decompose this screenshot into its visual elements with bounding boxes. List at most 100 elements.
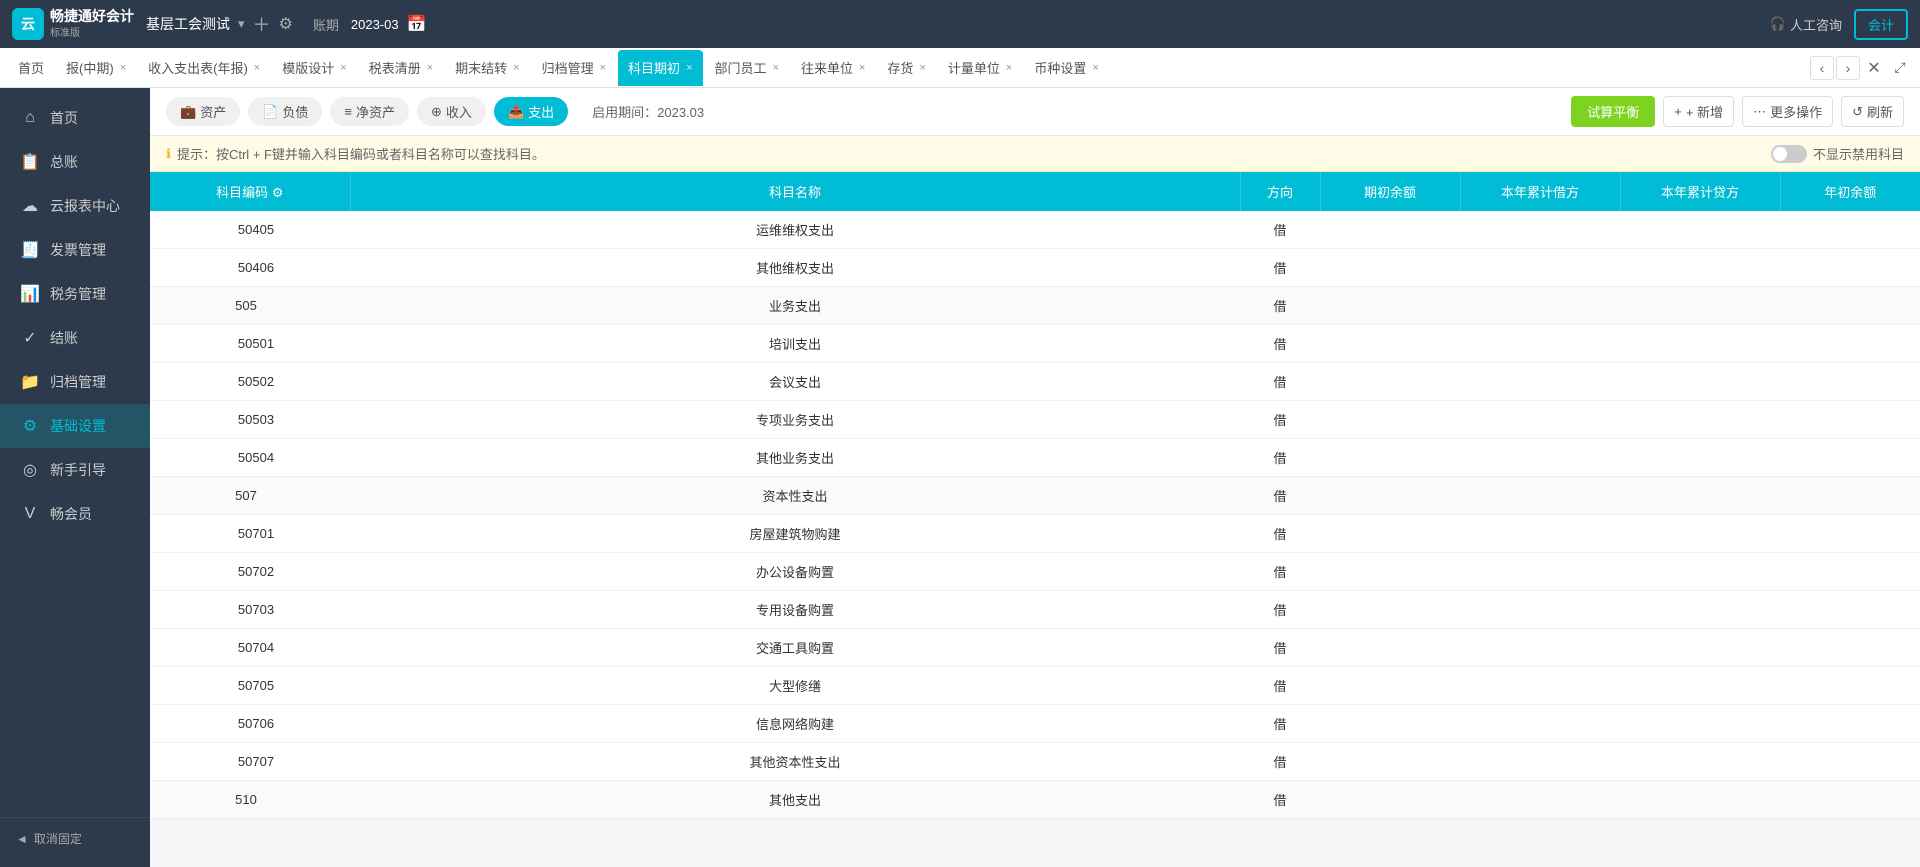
sidebar-item-税务管理[interactable]: 📊 税务管理 xyxy=(0,272,150,316)
add-icon[interactable]: ＋ xyxy=(253,11,271,37)
table-row[interactable]: 50705 大型修缮 借 xyxy=(150,667,1920,705)
tab-maximize-button[interactable]: ⤢ xyxy=(1888,56,1912,80)
sidebar-item-基础设置[interactable]: ⚙ 基础设置 xyxy=(0,404,150,448)
cell-year-credit xyxy=(1620,743,1780,781)
sidebar-item-首页[interactable]: ⌂ 首页 xyxy=(0,96,150,140)
toggle-switch[interactable] xyxy=(1771,145,1807,163)
gear-icon[interactable]: ⚙ xyxy=(272,185,284,200)
balance-button[interactable]: 试算平衡 xyxy=(1571,96,1655,127)
sidebar-item-归档管理[interactable]: 📁 归档管理 xyxy=(0,360,150,404)
cell-year-balance xyxy=(1780,401,1920,439)
tab-close-button[interactable]: × xyxy=(773,62,779,74)
refresh-button[interactable]: ↺ 刷新 xyxy=(1841,96,1904,127)
sidebar-icon-3: 🧾 xyxy=(20,240,40,260)
tab-label: 归档管理 xyxy=(542,58,594,77)
tab-item-0[interactable]: 首页 xyxy=(8,50,54,86)
cell-direction: 借 xyxy=(1240,705,1320,743)
sub-tab-支出[interactable]: 📤 支出 xyxy=(494,97,568,126)
th-year-debit: 本年累计借方 xyxy=(1460,172,1620,211)
table-row[interactable]: 50706 信息网络购建 借 xyxy=(150,705,1920,743)
tab-item-6[interactable]: 归档管理 × xyxy=(532,50,616,86)
sidebar-collapse-button[interactable]: ◄ 取消固定 xyxy=(0,817,150,859)
sub-tab-负债[interactable]: 📄 负债 xyxy=(248,97,322,126)
table-wrapper[interactable]: 科目编码 ⚙ 科目名称 方向 期初余额 本年累计借方 本年累计贷方 年初余额 5… xyxy=(150,172,1920,867)
table-row[interactable]: 50704 交通工具购置 借 xyxy=(150,629,1920,667)
tab-next-button[interactable]: › xyxy=(1836,56,1860,80)
add-button[interactable]: + + 新增 xyxy=(1663,96,1734,127)
tab-close-button[interactable]: × xyxy=(340,62,346,74)
cell-year-debit xyxy=(1460,515,1620,553)
tab-item-7[interactable]: 科目期初× xyxy=(618,50,702,86)
tab-item-4[interactable]: 税表清册× xyxy=(359,50,443,86)
tip-text: 提示：按Ctrl + F键并输入科目编码或者科目名称可以查找科目。 xyxy=(177,144,545,163)
tab-item-5[interactable]: 期末结转× xyxy=(445,50,529,86)
tab-item-11[interactable]: 计量单位× xyxy=(938,50,1022,86)
tab-item-12[interactable]: 币种设置× xyxy=(1024,50,1108,86)
tab-item-3[interactable]: 模版设计× xyxy=(272,50,356,86)
table-row[interactable]: 50701 房屋建筑物购建 借 xyxy=(150,515,1920,553)
table-row[interactable]: 507 资本性支出 借 xyxy=(150,477,1920,515)
tab-item-8[interactable]: 部门员工× xyxy=(705,50,789,86)
tab-close-button[interactable]: × xyxy=(859,62,865,74)
tab-label: 首页 xyxy=(18,58,44,77)
sub-tab-收入[interactable]: ⊕ 收入 xyxy=(417,97,486,126)
tab-close-button[interactable]: × xyxy=(427,62,433,74)
tab-label: 往来单位 xyxy=(801,58,853,77)
calendar-icon[interactable]: 📅 xyxy=(407,14,427,34)
tab-item-1[interactable]: 报(中期)× xyxy=(56,50,136,86)
account-name[interactable]: 基层工会测试 xyxy=(146,14,230,34)
table-row[interactable]: 50406 其他维权支出 借 xyxy=(150,249,1920,287)
tab-close-button[interactable]: × xyxy=(1092,62,1098,74)
dropdown-icon[interactable]: ▾ xyxy=(238,16,245,32)
tab-close-button[interactable]: × xyxy=(254,62,260,74)
cell-year-balance xyxy=(1780,249,1920,287)
sub-tab-资产[interactable]: 💼 资产 xyxy=(166,97,240,126)
tab-prev-button[interactable]: ‹ xyxy=(1810,56,1834,80)
sidebar-item-畅会员[interactable]: V 畅会员 xyxy=(0,492,150,536)
tab-close-all-button[interactable]: ✕ xyxy=(1862,56,1886,80)
tab-item-10[interactable]: 存货× xyxy=(877,50,935,86)
cell-year-credit xyxy=(1620,325,1780,363)
sidebar-label-2: 云报表中心 xyxy=(50,196,120,216)
cell-year-balance xyxy=(1780,667,1920,705)
sidebar-item-总账[interactable]: 📋 总账 xyxy=(0,140,150,184)
account-type-button[interactable]: 会计 xyxy=(1854,9,1908,40)
table-row[interactable]: 50702 办公设备购置 借 xyxy=(150,553,1920,591)
cell-name: 交通工具购置 xyxy=(350,629,1240,667)
tab-close-button[interactable]: × xyxy=(686,62,692,74)
sub-tab-净资产[interactable]: ≡ 净资产 xyxy=(330,97,409,126)
tab-close-button[interactable]: × xyxy=(600,62,606,74)
tab-close-button[interactable]: × xyxy=(120,62,126,74)
table-row[interactable]: 50502 会议支出 借 xyxy=(150,363,1920,401)
th-code: 科目编码 ⚙ xyxy=(150,172,350,211)
settings-icon[interactable]: ⚙ xyxy=(279,14,293,34)
sidebar-item-结账[interactable]: ✓ 结账 xyxy=(0,316,150,360)
cell-year-balance xyxy=(1780,629,1920,667)
sidebar-item-新手引导[interactable]: ◎ 新手引导 xyxy=(0,448,150,492)
cell-name: 资本性支出 xyxy=(350,477,1240,515)
tab-close-button[interactable]: × xyxy=(919,62,925,74)
table-row[interactable]: 50501 培训支出 借 xyxy=(150,325,1920,363)
table-row[interactable]: 510 其他支出 借 xyxy=(150,781,1920,819)
more-button[interactable]: ⋯ 更多操作 xyxy=(1742,96,1833,127)
table-row[interactable]: 50405 运维维权支出 借 xyxy=(150,211,1920,249)
sidebar-item-发票管理[interactable]: 🧾 发票管理 xyxy=(0,228,150,272)
tab-close-button[interactable]: × xyxy=(513,62,519,74)
sub-tab-bar: 💼 资产 📄 负债 ≡ 净资产 ⊕ 收入 📤 支出 启用期间：2023.03 试… xyxy=(150,88,1920,136)
table-row[interactable]: 50504 其他业务支出 借 xyxy=(150,439,1920,477)
table-row[interactable]: 50707 其他资本性支出 借 xyxy=(150,743,1920,781)
cell-name: 专用设备购置 xyxy=(350,591,1240,629)
cell-year-debit xyxy=(1460,287,1620,325)
cell-period-balance xyxy=(1320,781,1460,819)
tab-close-button[interactable]: × xyxy=(1006,62,1012,74)
table-row[interactable]: 50503 专项业务支出 借 xyxy=(150,401,1920,439)
sidebar-item-云报表中心[interactable]: ☁ 云报表中心 xyxy=(0,184,150,228)
support-button[interactable]: 🎧 人工咨询 xyxy=(1770,15,1842,34)
sidebar-icon-4: 📊 xyxy=(20,284,40,304)
table-row[interactable]: 505 业务支出 借 xyxy=(150,287,1920,325)
cell-year-balance xyxy=(1780,553,1920,591)
table-row[interactable]: 50703 专用设备购置 借 xyxy=(150,591,1920,629)
sidebar-icon-8: ◎ xyxy=(20,460,40,480)
tab-item-2[interactable]: 收入支出表(年报)× xyxy=(138,50,270,86)
tab-item-9[interactable]: 往来单位 × xyxy=(791,50,875,86)
